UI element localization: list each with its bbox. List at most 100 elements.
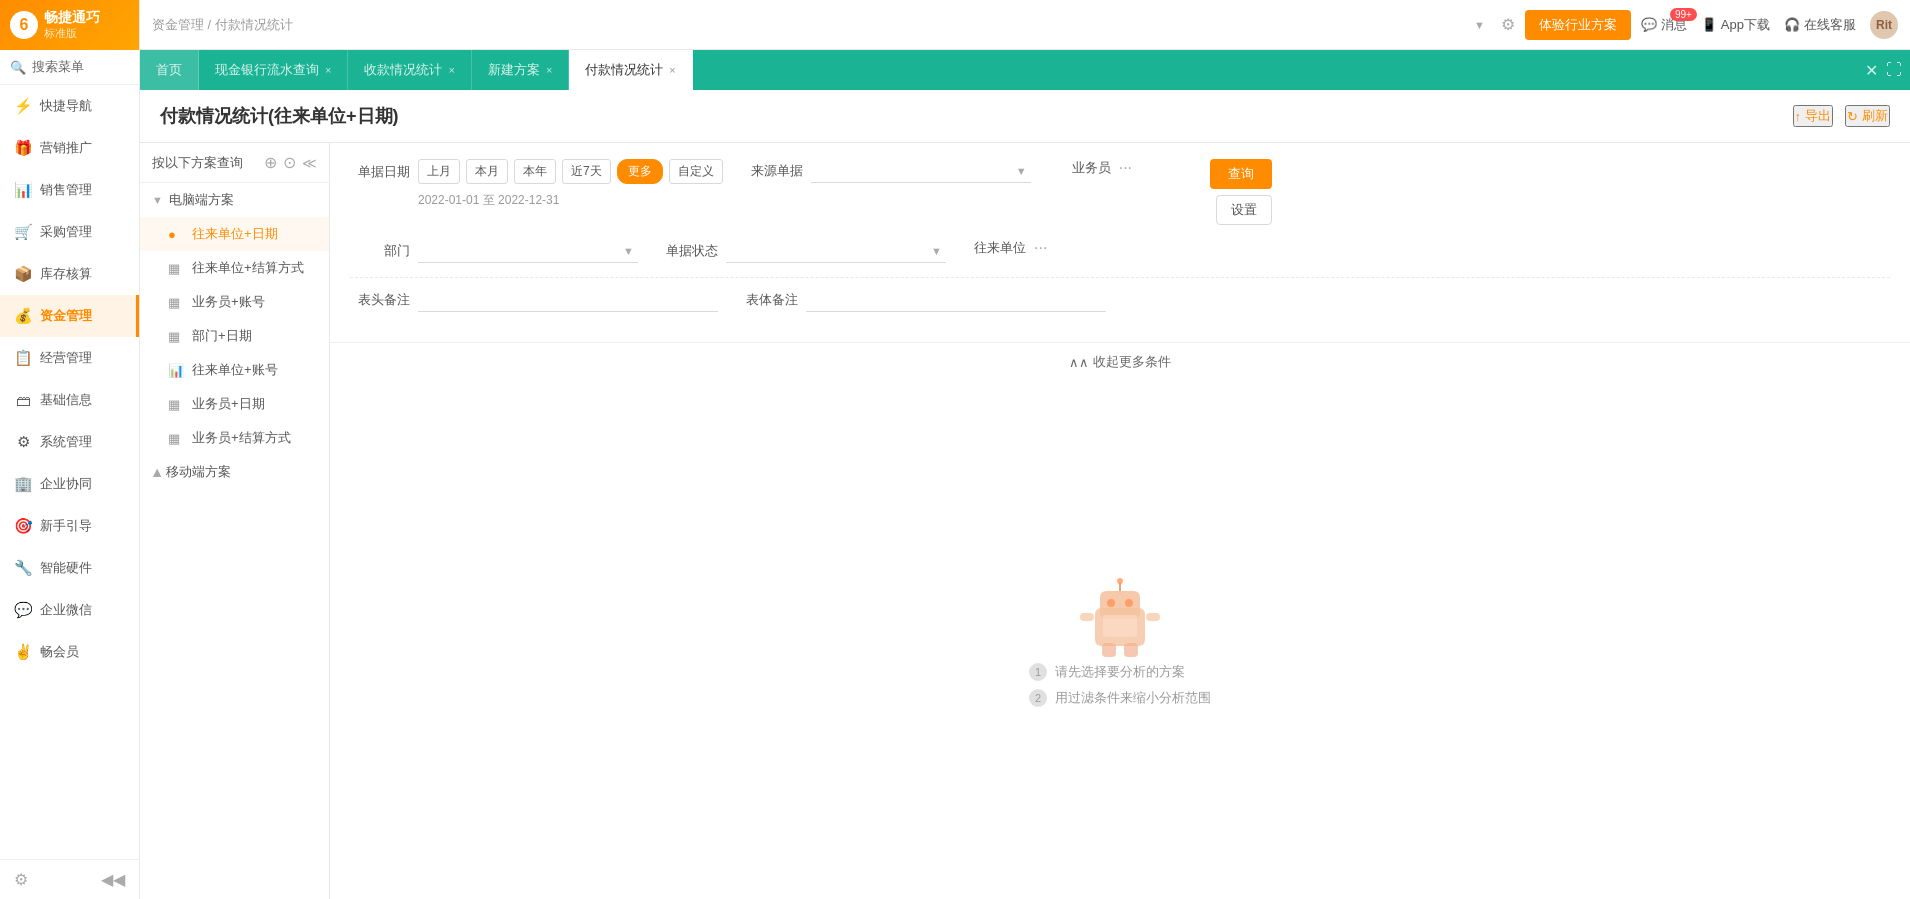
close-all-icon[interactable]: ✕	[1865, 61, 1878, 80]
search-icon: 🔍	[10, 60, 26, 75]
flash-icon: ⚡	[14, 97, 32, 115]
filter-row-1: 单据日期 上月 本月 本年 近7天 更多 自定义 2022	[350, 159, 1890, 225]
add-scheme-icon[interactable]: ⊕	[264, 153, 277, 172]
body-note-input[interactable]	[806, 288, 1106, 312]
filter-actions: 查询 设置	[1152, 159, 1272, 225]
settings-scheme-icon[interactable]: ⊙	[283, 153, 296, 172]
svg-rect-8	[1102, 643, 1116, 657]
header-note-label: 表头备注	[350, 291, 410, 309]
scheme-item-staff-date[interactable]: ▦ 业务员+日期	[140, 387, 329, 421]
tab-home[interactable]: 首页	[140, 50, 199, 90]
scheme-item-unit-date[interactable]: ● 往来单位+日期	[140, 217, 329, 251]
sidebar-item-member[interactable]: ✌ 畅会员	[0, 631, 139, 673]
tab-bank-flow[interactable]: 现金银行流水查询 ×	[199, 50, 348, 90]
sidebar-item-basic-info[interactable]: 🗃 基础信息	[0, 379, 139, 421]
scheme-item-unit-account[interactable]: 📊 往来单位+账号	[140, 353, 329, 387]
topbar-dropdown-icon[interactable]: ▼	[1474, 19, 1485, 31]
fullscreen-icon[interactable]: ⛶	[1886, 61, 1902, 79]
filter-field-date: 单据日期 上月 本月 本年 近7天 更多 自定义 2022	[350, 159, 723, 209]
collapse-up-icon: ∧∧	[1069, 355, 1089, 370]
sidebar-item-sales[interactable]: 📊 销售管理	[0, 169, 139, 211]
page-actions: ↑ 导出 ↻ 刷新	[1793, 105, 1891, 127]
query-button[interactable]: 查询	[1210, 159, 1272, 189]
notifications-button[interactable]: 💬 消息 99+	[1641, 16, 1687, 34]
svg-point-3	[1125, 599, 1133, 607]
export-button[interactable]: ↑ 导出	[1793, 105, 1834, 127]
svg-point-5	[1117, 578, 1123, 584]
tabs-bar: 首页 现金银行流水查询 × 收款情况统计 × 新建方案 × 付款情况统计 × ✕…	[140, 50, 1910, 90]
sidebar-item-operations[interactable]: 📋 经营管理	[0, 337, 139, 379]
date-btn-custom[interactable]: 自定义	[669, 159, 723, 184]
staff-dots-icon[interactable]: ···	[1119, 159, 1132, 177]
tab-close-new-plan[interactable]: ×	[546, 64, 552, 76]
settings-button[interactable]: 设置	[1216, 195, 1272, 225]
sidebar-item-purchase[interactable]: 🛒 采购管理	[0, 211, 139, 253]
sidebar-item-wechat[interactable]: 💬 企业微信	[0, 589, 139, 631]
date-btn-this-year[interactable]: 本年	[514, 159, 556, 184]
scheme-panel: 按以下方案查询 ⊕ ⊙ ≪ ▼ 电脑端方案 ● 往来单位+日期	[140, 143, 330, 899]
sidebar-item-hardware[interactable]: 🔧 智能硬件	[0, 547, 139, 589]
date-btn-last-7[interactable]: 近7天	[562, 159, 611, 184]
trial-button[interactable]: 体验行业方案	[1525, 10, 1631, 40]
settings-bottom-icon[interactable]: ⚙	[14, 870, 28, 889]
tab-new-plan[interactable]: 新建方案 ×	[472, 50, 569, 90]
date-range-text: 2022-01-01 至 2022-12-31	[350, 192, 559, 209]
filter-field-partner: 往来单位 ···	[966, 239, 1047, 257]
topbar-right: 💬 消息 99+ 📱 App下载 🎧 在线客服 Rit	[1641, 11, 1898, 39]
sidebar-item-system[interactable]: ⚙ 系统管理	[0, 421, 139, 463]
filter-area: 单据日期 上月 本月 本年 近7天 更多 自定义 2022	[330, 143, 1910, 899]
tab-close-bank-flow[interactable]: ×	[325, 64, 331, 76]
sidebar-item-guide[interactable]: 🎯 新手引导	[0, 505, 139, 547]
date-btn-more[interactable]: 更多	[617, 159, 663, 184]
phone-icon: 📱	[1701, 17, 1717, 32]
search-menu[interactable]: 🔍 搜索菜单	[0, 50, 139, 85]
headset-icon: 🎧	[1784, 17, 1800, 32]
online-service-button[interactable]: 🎧 在线客服	[1784, 16, 1856, 34]
target-icon: 🎯	[14, 517, 32, 535]
sidebar-item-quick-nav[interactable]: ⚡ 快捷导航	[0, 85, 139, 127]
svg-rect-9	[1124, 643, 1138, 657]
dept-select[interactable]	[418, 239, 638, 263]
page-header: 付款情况统计(往来单位+日期) ↑ 导出 ↻ 刷新	[140, 90, 1910, 143]
desktop-group-header[interactable]: ▼ 电脑端方案	[140, 183, 329, 217]
scheme-item-dept-date[interactable]: ▦ 部门+日期	[140, 319, 329, 353]
doc-status-select[interactable]	[726, 239, 946, 263]
source-select[interactable]	[811, 159, 1031, 183]
building-icon: 🏢	[14, 475, 32, 493]
chart-icon: 📊	[14, 181, 32, 199]
hint-2: 2 用过滤条件来缩小分析范围	[1029, 689, 1211, 707]
collapse-more-bar[interactable]: ∧∧ 收起更多条件	[330, 342, 1910, 381]
scheme-panel-actions: ⊕ ⊙ ≪	[264, 153, 317, 172]
mobile-group-header[interactable]: ▶ 移动端方案	[140, 455, 329, 489]
tab-close-payment-stats[interactable]: ×	[669, 64, 675, 76]
date-btn-last-month[interactable]: 上月	[418, 159, 460, 184]
empty-state: 1 请先选择要分析的方案 2 用过滤条件来缩小分析范围	[330, 381, 1910, 899]
filter-form: 单据日期 上月 本月 本年 近7天 更多 自定义 2022	[330, 143, 1910, 342]
scheme-item-staff-settlement[interactable]: ▦ 业务员+结算方式	[140, 421, 329, 455]
topbar-gear-icon[interactable]: ⚙	[1501, 15, 1515, 34]
sidebar-item-marketing[interactable]: 🎁 营销推广	[0, 127, 139, 169]
refresh-button[interactable]: ↻ 刷新	[1845, 105, 1890, 127]
tab-payment-stats[interactable]: 付款情况统计 ×	[569, 50, 692, 90]
header-note-input[interactable]	[418, 288, 718, 312]
avatar[interactable]: Rit	[1870, 11, 1898, 39]
collapse-scheme-icon[interactable]: ≪	[302, 155, 317, 171]
hardware-icon: 🔧	[14, 559, 32, 577]
filter-field-dept: 部门 ▼	[350, 239, 638, 263]
date-btn-this-month[interactable]: 本月	[466, 159, 508, 184]
tab-close-income-stats[interactable]: ×	[448, 64, 454, 76]
sidebar-item-enterprise[interactable]: 🏢 企业协同	[0, 463, 139, 505]
date-buttons: 上月 本月 本年 近7天 更多 自定义	[418, 159, 723, 184]
collapse-sidebar-icon[interactable]: ◀◀	[101, 870, 125, 889]
tab-income-stats[interactable]: 收款情况统计 ×	[348, 50, 471, 90]
sidebar-item-capital[interactable]: 💰 资金管理	[0, 295, 139, 337]
doc-status-select-wrapper: ▼	[726, 239, 946, 263]
partner-dots-icon[interactable]: ···	[1034, 239, 1047, 257]
scheme-item-staff-account[interactable]: ▦ 业务员+账号	[140, 285, 329, 319]
member-icon: ✌	[14, 643, 32, 661]
sidebar-item-inventory[interactable]: 📦 库存核算	[0, 253, 139, 295]
message-icon: 💬	[1641, 17, 1657, 32]
mobile-scheme-group: ▶ 移动端方案	[140, 455, 329, 489]
app-download-button[interactable]: 📱 App下载	[1701, 16, 1770, 34]
scheme-item-unit-settlement[interactable]: ▦ 往来单位+结算方式	[140, 251, 329, 285]
